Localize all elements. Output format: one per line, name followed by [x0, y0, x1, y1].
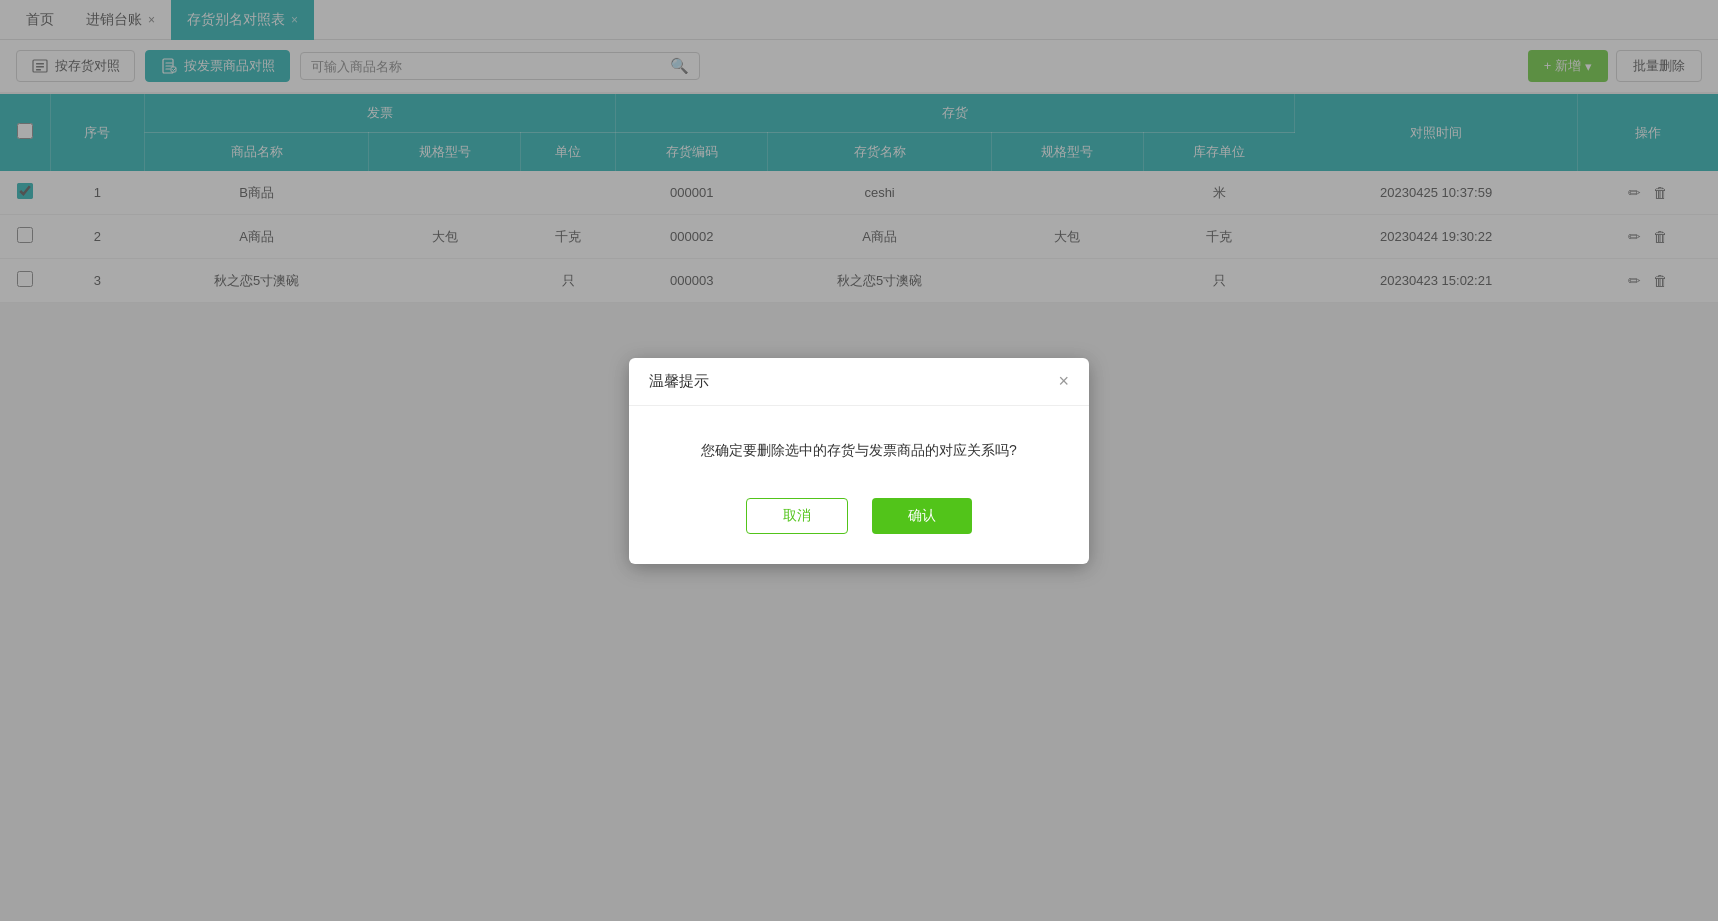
modal-message: 您确定要删除选中的存货与发票商品的对应关系吗?: [701, 442, 1017, 458]
modal-footer: 取消 确认: [629, 488, 1089, 564]
modal-dialog: 温馨提示 × 您确定要删除选中的存货与发票商品的对应关系吗? 取消 确认: [629, 358, 1089, 564]
modal-overlay: 温馨提示 × 您确定要删除选中的存货与发票商品的对应关系吗? 取消 确认: [0, 0, 1718, 921]
modal-header: 温馨提示 ×: [629, 358, 1089, 406]
modal-confirm-button[interactable]: 确认: [872, 498, 972, 534]
modal-title: 温馨提示: [649, 372, 709, 391]
modal-body: 您确定要删除选中的存货与发票商品的对应关系吗?: [629, 406, 1089, 488]
modal-close-button[interactable]: ×: [1058, 372, 1069, 390]
modal-cancel-button[interactable]: 取消: [746, 498, 848, 534]
